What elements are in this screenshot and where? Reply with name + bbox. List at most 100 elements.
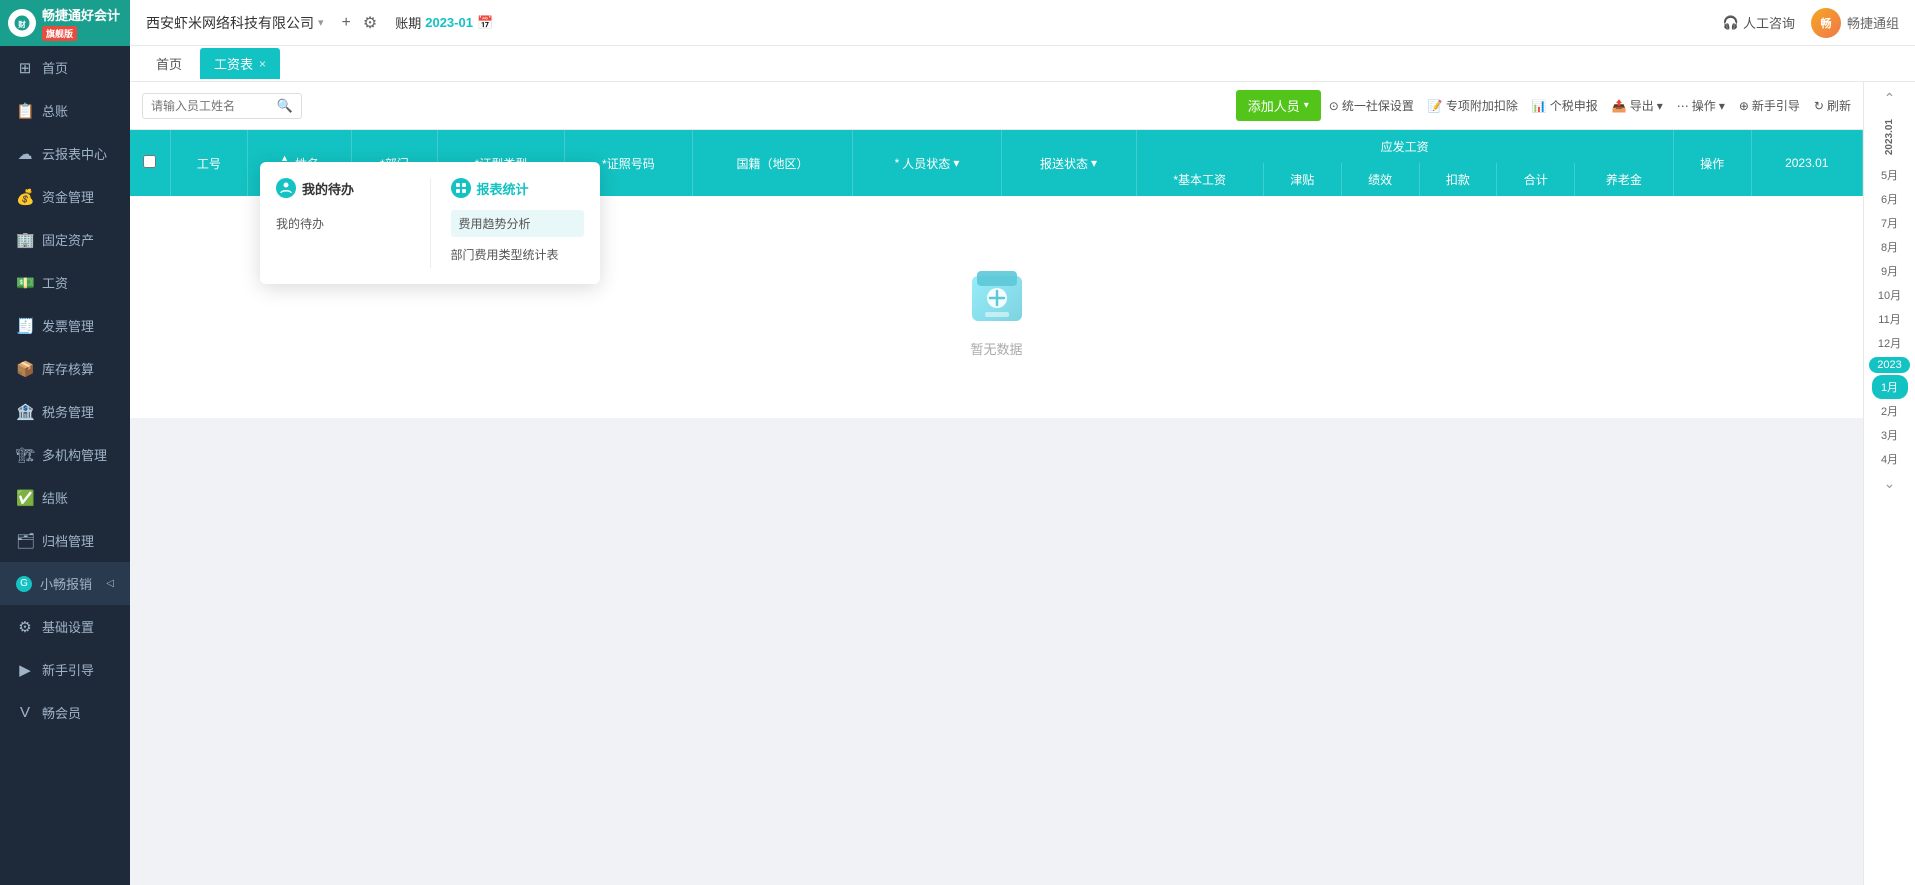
svg-text:财: 财 (17, 19, 26, 29)
timeline-month-4[interactable]: 4月 (1864, 447, 1915, 471)
select-all-checkbox[interactable] (143, 155, 156, 168)
sidebar-item-fund[interactable]: 💰 资金管理 (0, 175, 130, 218)
add-person-label: 添加人员 (1248, 96, 1300, 115)
calendar-icon: 📅 (477, 15, 493, 31)
deduction-label: 专项附加扣除 (1446, 97, 1518, 114)
search-input[interactable] (151, 99, 273, 113)
sidebar-item-home[interactable]: ⊞ 首页 (0, 46, 130, 89)
operations-btn[interactable]: ⋯ 操作 ▾ (1677, 97, 1725, 114)
company-chevron-icon: ▾ (318, 16, 324, 29)
dropdown-col-1: 我的待办 我的待办 (276, 178, 410, 268)
content-area: 🔍 添加人员 ▾ ⊙ 统一社保设置 📝 专项附加扣除 (130, 82, 1915, 885)
app-name: 畅捷通好会计 (42, 5, 120, 24)
timeline-month-1[interactable]: 1月 (1872, 375, 1908, 399)
special-deduction-btn[interactable]: 📝 专项附加扣除 (1428, 97, 1518, 114)
tab-salary[interactable]: 工资表 × (200, 48, 280, 79)
export-icon: 📤 (1612, 99, 1627, 113)
deduction-icon: 📝 (1428, 99, 1443, 113)
export-btn[interactable]: 📤 导出 ▾ (1612, 97, 1663, 114)
app-logo: 财 畅捷通好会计 旗舰版 (0, 0, 130, 46)
main-area: 西安虾米网络科技有限公司 ▾ + ⚙ 账期 2023-01 📅 🎧 人工咨询 畅… (130, 0, 1915, 885)
company-selector[interactable]: 西安虾米网络科技有限公司 ▾ (146, 13, 324, 33)
sidebar-item-ledger[interactable]: 📋 总账 (0, 89, 130, 132)
sidebar-item-archive[interactable]: 🗂 归档管理 (0, 519, 130, 562)
avatar: 畅 (1811, 8, 1841, 38)
guide-btn[interactable]: ⊕ 新手引导 (1739, 97, 1800, 114)
add-company-icon[interactable]: + (342, 14, 351, 32)
export-label: 导出 (1630, 97, 1654, 114)
support-btn[interactable]: 🎧 人工咨询 (1723, 13, 1795, 32)
dropdown-columns: 我的待办 我的待办 (276, 178, 584, 268)
sidebar-item-guide[interactable]: ▶ 新手引导 (0, 648, 130, 691)
timeline-panel: ⌃ 2023.01 5月 6月 7月 8月 9月 10月 11月 12月 202… (1863, 82, 1915, 885)
sidebar-label-xiaochang: 小畅报销 (40, 574, 92, 593)
timeline-month-12[interactable]: 12月 (1864, 331, 1915, 355)
social-insurance-btn[interactable]: ⊙ 统一社保设置 (1329, 97, 1414, 114)
inventory-icon: 📦 (16, 360, 34, 378)
tab-home[interactable]: 首页 (142, 48, 196, 79)
dropdown-item-dept[interactable]: 部门费用类型统计表 (451, 241, 585, 268)
sidebar-item-inventory[interactable]: 📦 库存核算 (0, 347, 130, 390)
dropdown-item-trend[interactable]: 费用趋势分析 (451, 210, 585, 237)
timeline-prev-btn[interactable]: ⌃ (1880, 86, 1900, 111)
timeline-month-8[interactable]: 8月 (1864, 235, 1915, 259)
user-menu[interactable]: 畅 畅捷通组 (1811, 8, 1899, 38)
sidebar-item-invoice[interactable]: 🧾 发票管理 (0, 304, 130, 347)
topbar: 西安虾米网络科技有限公司 ▾ + ⚙ 账期 2023-01 📅 🎧 人工咨询 畅… (130, 0, 1915, 46)
settings-icon[interactable]: ⚙ (363, 13, 377, 33)
dropdown-item-todo[interactable]: 我的待办 (276, 210, 410, 237)
home-icon: ⊞ (16, 59, 34, 77)
th-performance: 绩效 (1341, 163, 1419, 196)
th-total: 合计 (1497, 163, 1575, 196)
empty-text: 暂无数据 (970, 339, 1022, 358)
sidebar-item-checkout[interactable]: ✅ 结账 (0, 476, 130, 519)
timeline-month-10[interactable]: 10月 (1864, 283, 1915, 307)
tab-close-icon[interactable]: × (259, 57, 266, 71)
sidebar-label-archive: 归档管理 (42, 531, 94, 550)
sidebar-item-basic[interactable]: ⚙ 基础设置 (0, 605, 130, 648)
search-box[interactable]: 🔍 (142, 93, 302, 119)
headset-icon: 🎧 (1723, 15, 1739, 31)
dropdown-col1-header: 我的待办 (276, 178, 410, 198)
timeline-month-6[interactable]: 6月 (1864, 187, 1915, 211)
timeline-month-7[interactable]: 7月 (1864, 211, 1915, 235)
sidebar-item-tax[interactable]: 🏦 税务管理 (0, 390, 130, 433)
guide-icon: ▶ (16, 661, 34, 679)
avatar-text: 畅 (1820, 15, 1831, 31)
sidebar-item-salary[interactable]: 💵 工资 (0, 261, 130, 304)
refresh-btn[interactable]: ↻ 刷新 (1814, 97, 1851, 114)
archive-icon: 🗂 (16, 532, 34, 550)
timeline-month-3[interactable]: 3月 (1864, 423, 1915, 447)
toolbar-actions: ⊙ 统一社保设置 📝 专项附加扣除 📊 个税申报 📤 导出 ▾ (1329, 97, 1851, 114)
tax-declaration-btn[interactable]: 📊 个税申报 (1532, 97, 1598, 114)
timeline-month-2[interactable]: 2月 (1864, 399, 1915, 423)
timeline-month-5[interactable]: 5月 (1864, 163, 1915, 187)
logo-icon: 财 (8, 9, 36, 37)
th-id: 工号 (170, 130, 248, 196)
th-nationality: 国籍（地区） (692, 130, 853, 196)
col2-title: 报表统计 (477, 179, 529, 198)
chevron-icon: ◁ (106, 578, 114, 589)
sidebar-item-xiaochang[interactable]: G 小畅报销 ◁ (0, 562, 130, 605)
timeline-month-11[interactable]: 11月 (1864, 307, 1915, 331)
app-sub: 旗舰版 (42, 26, 77, 41)
sidebar-item-fixed-assets[interactable]: 🏢 固定资产 (0, 218, 130, 261)
support-label: 人工咨询 (1743, 13, 1795, 32)
guide-label: 新手引导 (1752, 97, 1800, 114)
th-report-status: 报送状态 ▾ (1001, 130, 1136, 196)
timeline-year-badge: 2023 (1869, 357, 1909, 373)
tab-salary-label: 工资表 (214, 54, 253, 73)
timeline-month-9[interactable]: 9月 (1864, 259, 1915, 283)
sidebar-item-multi-org[interactable]: 🏗 多机构管理 (0, 433, 130, 476)
social-insurance-label: 统一社保设置 (1342, 97, 1414, 114)
checkbox-header[interactable] (130, 130, 170, 196)
period-selector[interactable]: 账期 2023-01 📅 (395, 13, 493, 32)
sidebar-item-member[interactable]: V 畅会员 (0, 691, 130, 734)
report-filter-icon[interactable]: ▾ (1091, 156, 1097, 170)
tab-home-label: 首页 (156, 57, 182, 72)
timeline-next-btn[interactable]: ⌄ (1880, 471, 1900, 496)
add-person-button[interactable]: 添加人员 ▾ (1236, 90, 1321, 121)
filter-icon[interactable]: ▾ (953, 156, 959, 170)
sidebar-item-cloud-report[interactable]: ☁ 云报表中心 (0, 132, 130, 175)
sidebar-label-invoice: 发票管理 (42, 316, 94, 335)
